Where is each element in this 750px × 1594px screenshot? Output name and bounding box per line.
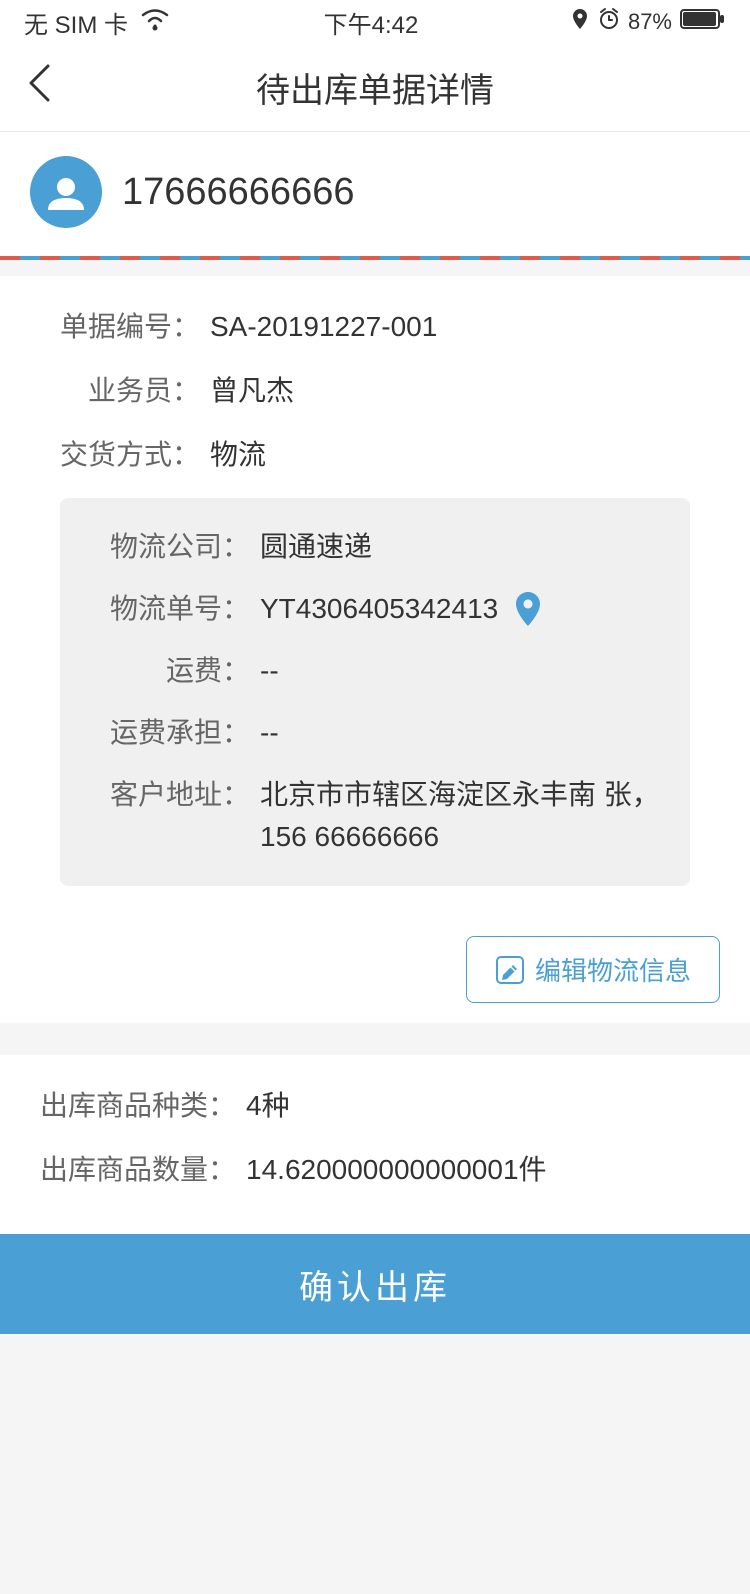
goods-quantity-value: 14.620000000000001件 <box>246 1149 710 1191</box>
battery-text: 87% <box>628 9 672 35</box>
dashed-divider <box>0 252 750 260</box>
tracking-row: 物流单号： YT4306405342413 <box>90 588 660 630</box>
goods-type-row: 出库商品种类： 4种 <box>40 1085 710 1127</box>
goods-quantity-row: 出库商品数量： 14.620000000000001件 <box>40 1149 710 1191</box>
delivery-value: 物流 <box>210 434 710 476</box>
location-status-icon <box>570 7 590 37</box>
address-label: 客户地址： <box>90 774 250 816</box>
doc-number-row: 单据编号： SA-20191227-001 <box>40 306 710 348</box>
company-value: 圆通速递 <box>260 526 660 568</box>
status-bar: 无 SIM 卡 下午4:42 <box>0 0 750 44</box>
freight-value: -- <box>260 650 660 692</box>
page-title: 待出库单据详情 <box>256 63 494 112</box>
user-section: 17666666666 <box>0 132 750 252</box>
freight-bearer-value: -- <box>260 712 660 754</box>
edit-logistics-button[interactable]: 编辑物流信息 <box>466 936 720 1003</box>
user-phone: 17666666666 <box>122 171 354 214</box>
goods-quantity-label: 出库商品数量： <box>40 1149 236 1191</box>
delivery-label: 交货方式： <box>40 434 200 476</box>
status-right: 87% <box>570 7 726 37</box>
company-row: 物流公司： 圆通速递 <box>90 526 660 568</box>
spacer <box>0 1334 750 1494</box>
goods-section: 出库商品种类： 4种 出库商品数量： 14.620000000000001件 <box>0 1055 750 1221</box>
edit-btn-label: 编辑物流信息 <box>535 951 691 988</box>
wifi-icon <box>138 6 172 39</box>
logistics-card: 物流公司： 圆通速递 物流单号： YT4306405342413 运费： -- <box>60 498 690 886</box>
freight-label: 运费： <box>90 650 250 692</box>
freight-row: 运费： -- <box>90 650 660 692</box>
order-info-card: 单据编号： SA-20191227-001 业务员： 曾凡杰 交货方式： 物流 … <box>0 276 750 916</box>
salesperson-label: 业务员： <box>40 370 200 412</box>
tracking-label: 物流单号： <box>90 588 250 630</box>
goods-type-label: 出库商品种类： <box>40 1085 236 1127</box>
doc-number-label: 单据编号： <box>40 306 200 348</box>
nav-bar: 待出库单据详情 <box>0 44 750 132</box>
confirm-btn-label: 确认出库 <box>299 1260 451 1309</box>
salesperson-row: 业务员： 曾凡杰 <box>40 370 710 412</box>
tracking-location-icon[interactable] <box>510 591 546 627</box>
address-row: 客户地址： 北京市市辖区海淀区永丰南 张，156 66666666 <box>90 774 660 858</box>
delivery-row: 交货方式： 物流 <box>40 434 710 476</box>
salesperson-value: 曾凡杰 <box>210 370 710 412</box>
tracking-value: YT4306405342413 <box>260 588 660 630</box>
confirm-button[interactable]: 确认出库 <box>0 1234 750 1334</box>
address-value: 北京市市辖区海淀区永丰南 张，156 66666666 <box>260 774 660 858</box>
status-left: 无 SIM 卡 <box>24 5 172 40</box>
alarm-icon <box>598 7 620 37</box>
freight-bearer-label: 运费承担： <box>90 712 250 754</box>
goods-type-value: 4种 <box>246 1085 710 1127</box>
carrier-text: 无 SIM 卡 <box>24 5 128 40</box>
back-button[interactable] <box>28 64 50 112</box>
edit-btn-container: 编辑物流信息 <box>0 916 750 1023</box>
company-label: 物流公司： <box>90 526 250 568</box>
battery-icon <box>680 7 726 37</box>
avatar <box>30 156 102 228</box>
doc-number-value: SA-20191227-001 <box>210 306 710 348</box>
freight-bearer-row: 运费承担： -- <box>90 712 660 754</box>
time-text: 下午4:42 <box>324 5 419 40</box>
separator <box>0 1023 750 1039</box>
